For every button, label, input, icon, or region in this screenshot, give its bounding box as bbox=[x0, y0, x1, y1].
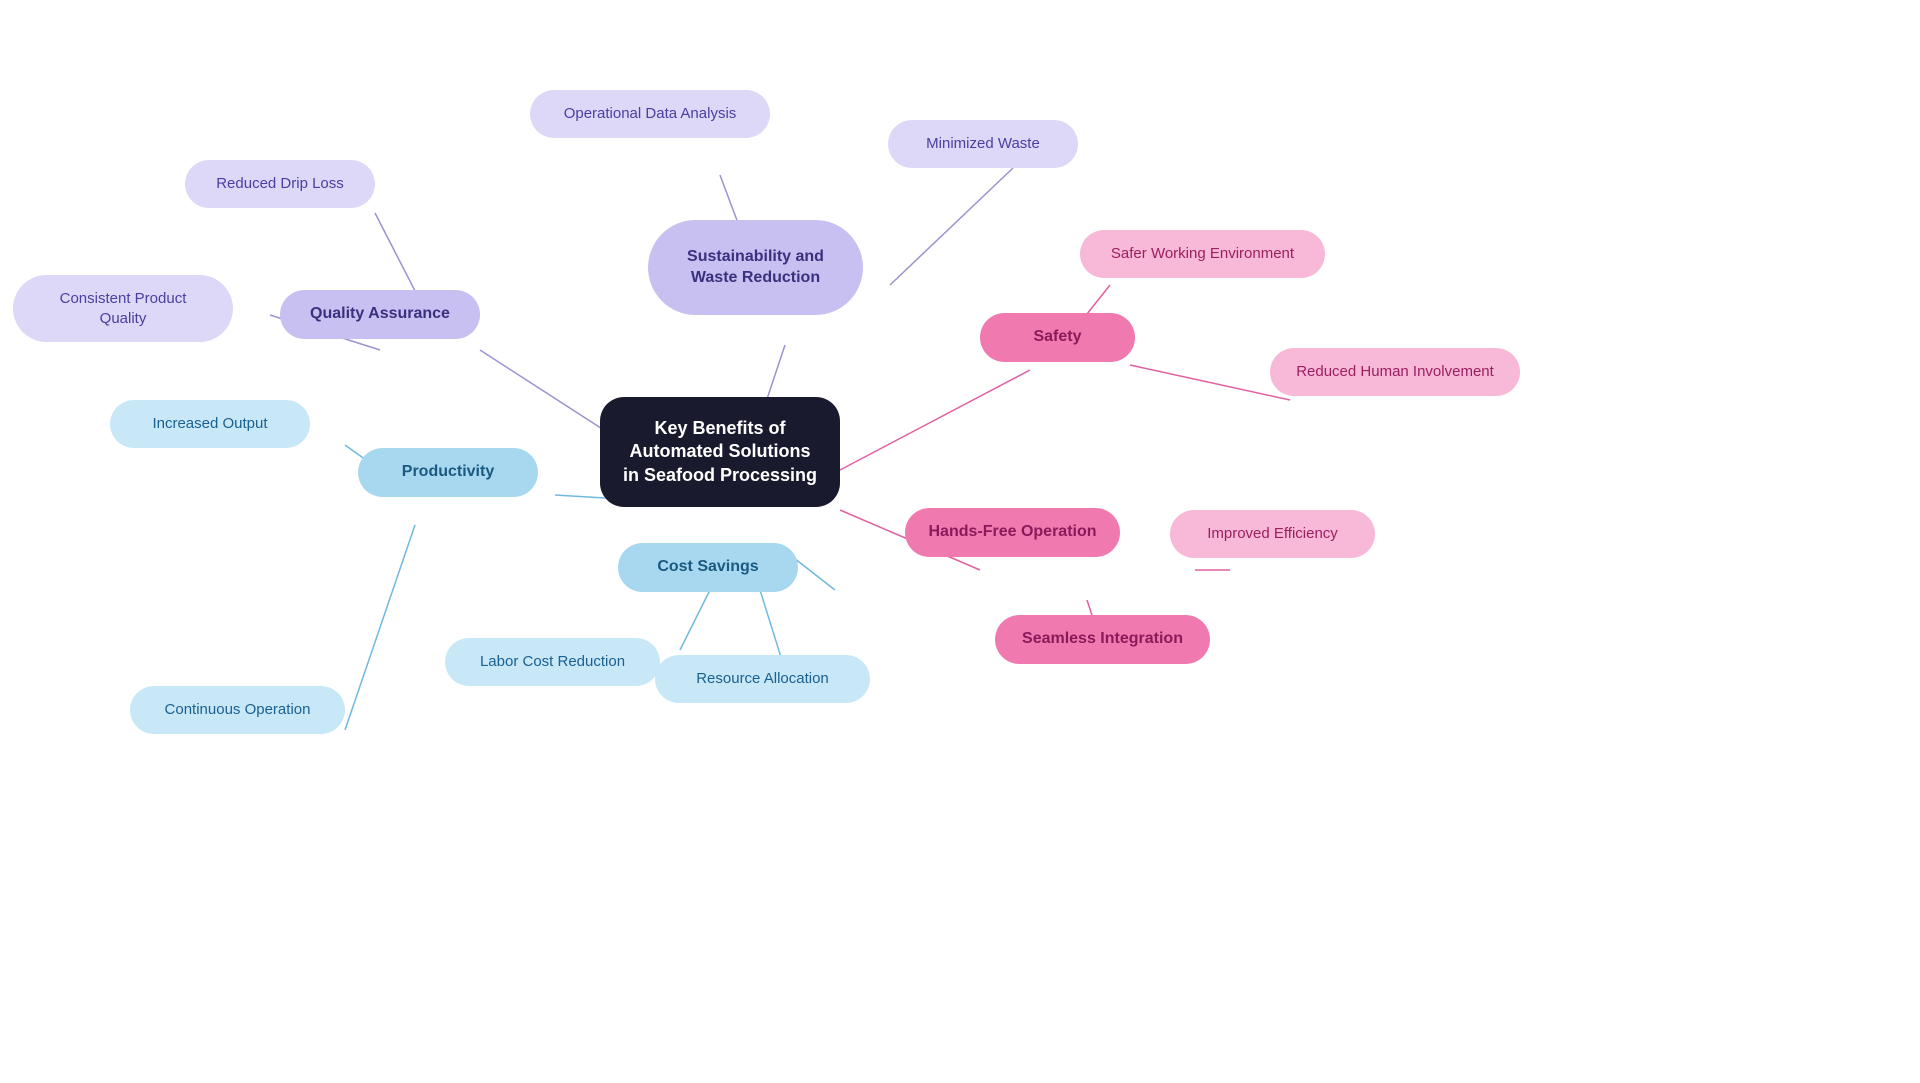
continuous-operation-node: Continuous Operation bbox=[130, 686, 345, 734]
safer-working-node: Safer Working Environment bbox=[1080, 230, 1325, 278]
hands-free-node: Hands-Free Operation bbox=[905, 508, 1120, 557]
safety-node: Safety bbox=[980, 313, 1135, 362]
increased-output-node: Increased Output bbox=[110, 400, 310, 448]
sustainability-node: Sustainability and Waste Reduction bbox=[648, 220, 863, 315]
productivity-node: Productivity bbox=[358, 448, 538, 497]
resource-allocation-node: Resource Allocation bbox=[655, 655, 870, 703]
quality-assurance-node: Quality Assurance bbox=[280, 290, 480, 339]
seamless-integration-node: Seamless Integration bbox=[995, 615, 1210, 664]
reduced-drip-loss-node: Reduced Drip Loss bbox=[185, 160, 375, 208]
operational-data-node: Operational Data Analysis bbox=[530, 90, 770, 138]
minimized-waste-node: Minimized Waste bbox=[888, 120, 1078, 168]
improved-efficiency-node: Improved Efficiency bbox=[1170, 510, 1375, 558]
consistent-product-quality-node: Consistent Product Quality bbox=[13, 275, 233, 342]
center-node: Key Benefits of Automated Solutions in S… bbox=[600, 397, 840, 507]
cost-savings-node: Cost Savings bbox=[618, 543, 798, 592]
reduced-human-node: Reduced Human Involvement bbox=[1270, 348, 1520, 396]
labor-cost-node: Labor Cost Reduction bbox=[445, 638, 660, 686]
